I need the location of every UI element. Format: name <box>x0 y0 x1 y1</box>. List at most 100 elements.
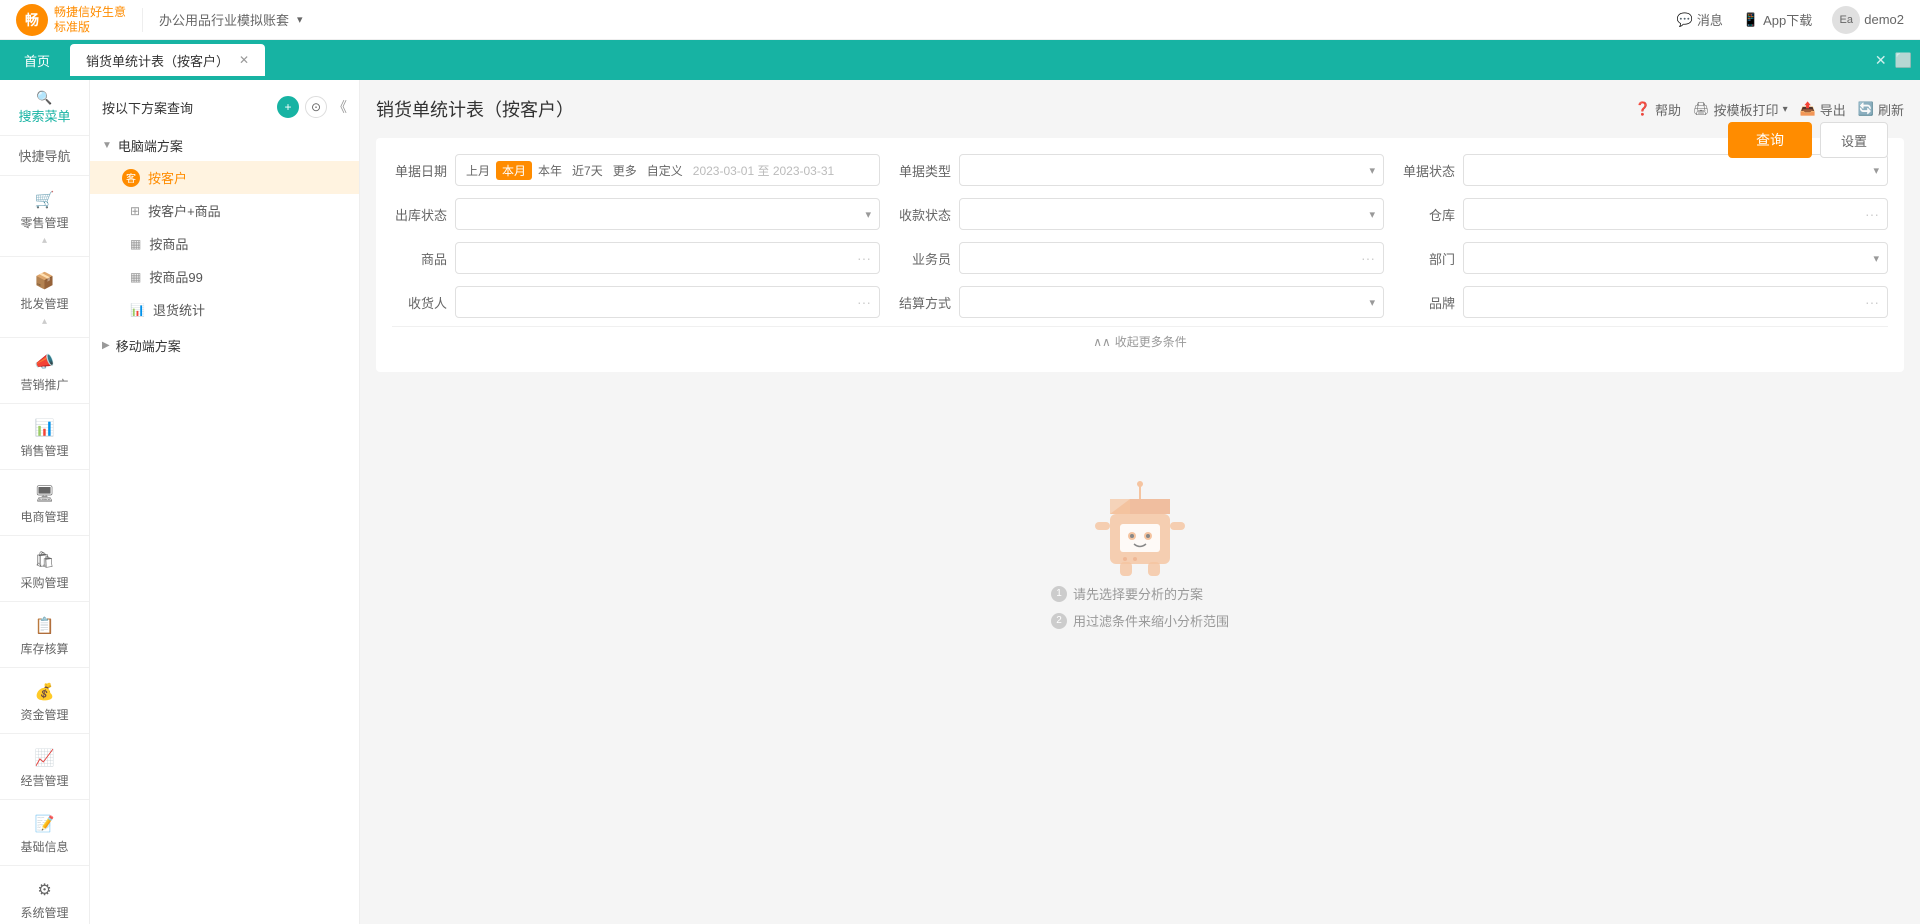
tip-text-2: 用过滤条件来缩小分析范围 <box>1073 611 1229 630</box>
filter-row-4: 收货人 ··· 结算方式 ▾ <box>392 286 1888 318</box>
scheme-item-by-customer-icon: 客 <box>122 169 140 187</box>
date-btn-this-year[interactable]: 本年 <box>534 161 566 180</box>
bill-status-select[interactable]: ▾ <box>1463 154 1888 186</box>
date-btn-7days[interactable]: 近7天 <box>568 161 607 180</box>
sidebar-item-sales[interactable]: 📊 销售管理 <box>0 404 89 470</box>
scheme-group-pc-header[interactable]: ▼ 电脑端方案 <box>90 130 359 161</box>
sales-stats-tab-label: 销货单统计表（按客户） <box>86 51 229 70</box>
sidebar-item-operation[interactable]: 📈 经营管理 <box>0 734 89 800</box>
print-arrow-icon: ▾ <box>1783 104 1788 115</box>
export-btn[interactable]: 📤 导出 <box>1800 100 1846 119</box>
filter-goods-cell: 商品 ··· <box>392 242 880 274</box>
sidebar-item-retail[interactable]: 🛒 零售管理 ▴ <box>0 176 89 257</box>
logo-area: 畅 畅捷信好生意 标准版 <box>16 4 126 36</box>
message-icon: 💬 <box>1677 12 1693 28</box>
help-btn[interactable]: ❓ 帮助 <box>1635 100 1681 119</box>
filter-payment-status-cell: 收款状态 ▾ <box>896 198 1384 230</box>
sidebar-item-search-menu[interactable]: 🔍 搜索菜单 <box>0 80 89 136</box>
out-status-arrow-icon: ▾ <box>865 208 871 221</box>
scheme-item-by-goods-99-label: 按商品99 <box>149 267 202 286</box>
empty-tips: 1 请先选择要分析的方案 2 用过滤条件来缩小分析范围 <box>1051 584 1229 638</box>
filter-consignee-cell: 收货人 ··· <box>392 286 880 318</box>
scheme-item-by-goods-99-icon: ▦ <box>130 270 141 284</box>
department-select[interactable]: ▾ <box>1463 242 1888 274</box>
system-icon: ⚙ <box>37 880 51 900</box>
sidebar-item-wholesale[interactable]: 📦 批发管理 ▴ <box>0 257 89 338</box>
settings-btn[interactable]: 设置 <box>1820 122 1888 158</box>
salesperson-input[interactable]: ··· <box>959 242 1384 274</box>
tab-close-icon[interactable]: ✕ <box>239 53 249 67</box>
scheme-edit-btn[interactable]: ⊙ <box>305 96 327 118</box>
scheme-item-by-goods[interactable]: ▦ 按商品 <box>90 227 359 260</box>
filter-row-2: 出库状态 ▾ 收款状态 ▾ <box>392 198 1888 230</box>
tab-sales-stats[interactable]: 销货单统计表（按客户） ✕ <box>70 44 265 76</box>
filter-collapse-btn[interactable]: ∧∧ 收起更多条件 <box>392 326 1888 356</box>
out-status-label: 出库状态 <box>392 205 447 224</box>
scheme-item-refund-stats-icon: 📊 <box>130 303 145 317</box>
scheme-add-btn[interactable]: + <box>277 96 299 118</box>
scheme-item-refund-stats[interactable]: 📊 退货统计 <box>90 293 359 326</box>
scheme-item-by-customer-goods[interactable]: ⊞ 按客户+商品 <box>90 194 359 227</box>
collapse-label: 收起更多条件 <box>1115 333 1187 350</box>
consignee-label: 收货人 <box>392 293 447 312</box>
logo-text: 畅捷信好生意 标准版 <box>54 5 126 34</box>
department-arrow-icon: ▾ <box>1873 252 1879 265</box>
settlement-select[interactable]: ▾ <box>959 286 1384 318</box>
tab-close-all-btn[interactable]: ✕ <box>1875 52 1887 69</box>
filter-bill-status-cell: 单据状态 ▾ <box>1400 154 1888 186</box>
payment-status-arrow-icon: ▾ <box>1369 208 1375 221</box>
sales-icon: 📊 <box>35 418 55 438</box>
sidebar-item-marketing[interactable]: 📣 营销推广 <box>0 338 89 404</box>
sidebar-item-purchase[interactable]: 🛍 采购管理 <box>0 536 89 602</box>
bill-status-arrow-icon: ▾ <box>1873 164 1879 177</box>
consignee-input[interactable]: ··· <box>455 286 880 318</box>
date-btn-last-month[interactable]: 上月 <box>462 161 494 180</box>
bill-type-select[interactable]: ▾ <box>959 154 1384 186</box>
brand-dots-icon: ··· <box>1865 294 1879 310</box>
sidebar-item-inventory[interactable]: 📋 库存核算 <box>0 602 89 668</box>
date-btn-custom[interactable]: 自定义 <box>643 161 687 180</box>
scheme-group-pc-label: 电脑端方案 <box>118 136 183 155</box>
date-label: 单据日期 <box>392 161 447 180</box>
operation-icon: 📈 <box>35 748 55 768</box>
refresh-btn[interactable]: 🔄 刷新 <box>1858 100 1904 119</box>
filter-out-status-cell: 出库状态 ▾ <box>392 198 880 230</box>
app-download-btn[interactable]: 📱 App下载 <box>1743 10 1812 29</box>
goods-dots-icon: ··· <box>857 250 871 266</box>
tab-home[interactable]: 首页 <box>8 44 66 76</box>
main-content: 销货单统计表（按客户） ❓ 帮助 🖨 按模板打印 ▾ 📤 导出 <box>360 80 1920 924</box>
warehouse-input[interactable]: ··· <box>1463 198 1888 230</box>
brand-input[interactable]: ··· <box>1463 286 1888 318</box>
sidebar-item-quick-nav[interactable]: 快捷导航 <box>0 136 89 176</box>
payment-status-select[interactable]: ▾ <box>959 198 1384 230</box>
scheme-item-by-customer[interactable]: 客 按客户 <box>90 161 359 194</box>
template-print-btn[interactable]: 🖨 按模板打印 ▾ <box>1693 100 1788 119</box>
filter-settlement-cell: 结算方式 ▾ <box>896 286 1384 318</box>
filter-salesperson-cell: 业务员 ··· <box>896 242 1384 274</box>
date-input-group[interactable]: 上月 本月 本年 近7天 更多 自定义 2023-03-01 至 2023-03… <box>455 154 880 186</box>
search-menu-icon: 🔍 <box>8 90 81 106</box>
scheme-item-by-goods-label: 按商品 <box>149 234 188 253</box>
tab-bar: 首页 销货单统计表（按客户） ✕ ✕ ⬜ <box>0 40 1920 80</box>
goods-input[interactable]: ··· <box>455 242 880 274</box>
messages-btn[interactable]: 💬 消息 <box>1677 10 1723 29</box>
purchase-icon: 🛍 <box>34 550 54 570</box>
date-btn-this-month[interactable]: 本月 <box>496 161 532 180</box>
filter-department-cell: 部门 ▾ <box>1400 242 1888 274</box>
user-profile[interactable]: Ea demo2 <box>1832 6 1904 34</box>
out-status-select[interactable]: ▾ <box>455 198 880 230</box>
wholesale-icon: 📦 <box>35 271 55 291</box>
date-btn-more[interactable]: 更多 <box>609 161 641 180</box>
scheme-item-by-goods-99[interactable]: ▦ 按商品99 <box>90 260 359 293</box>
brand-label: 品牌 <box>1400 293 1455 312</box>
ecommerce-icon: 🖥 <box>34 484 54 504</box>
top-bar-dropdown[interactable]: ▾ <box>297 13 303 26</box>
scheme-collapse-btn[interactable]: 《 <box>333 97 347 117</box>
sidebar-item-finance[interactable]: 💰 资金管理 <box>0 668 89 734</box>
tab-restore-btn[interactable]: ⬜ <box>1895 52 1912 69</box>
query-btn[interactable]: 查询 <box>1728 122 1812 158</box>
sidebar-item-ecommerce[interactable]: 🖥 电商管理 <box>0 470 89 536</box>
sidebar-item-basic[interactable]: 📝 基础信息 <box>0 800 89 866</box>
scheme-group-mobile-header[interactable]: ▶ 移动端方案 <box>90 330 359 361</box>
sidebar-item-system[interactable]: ⚙ 系统管理 <box>0 866 89 924</box>
